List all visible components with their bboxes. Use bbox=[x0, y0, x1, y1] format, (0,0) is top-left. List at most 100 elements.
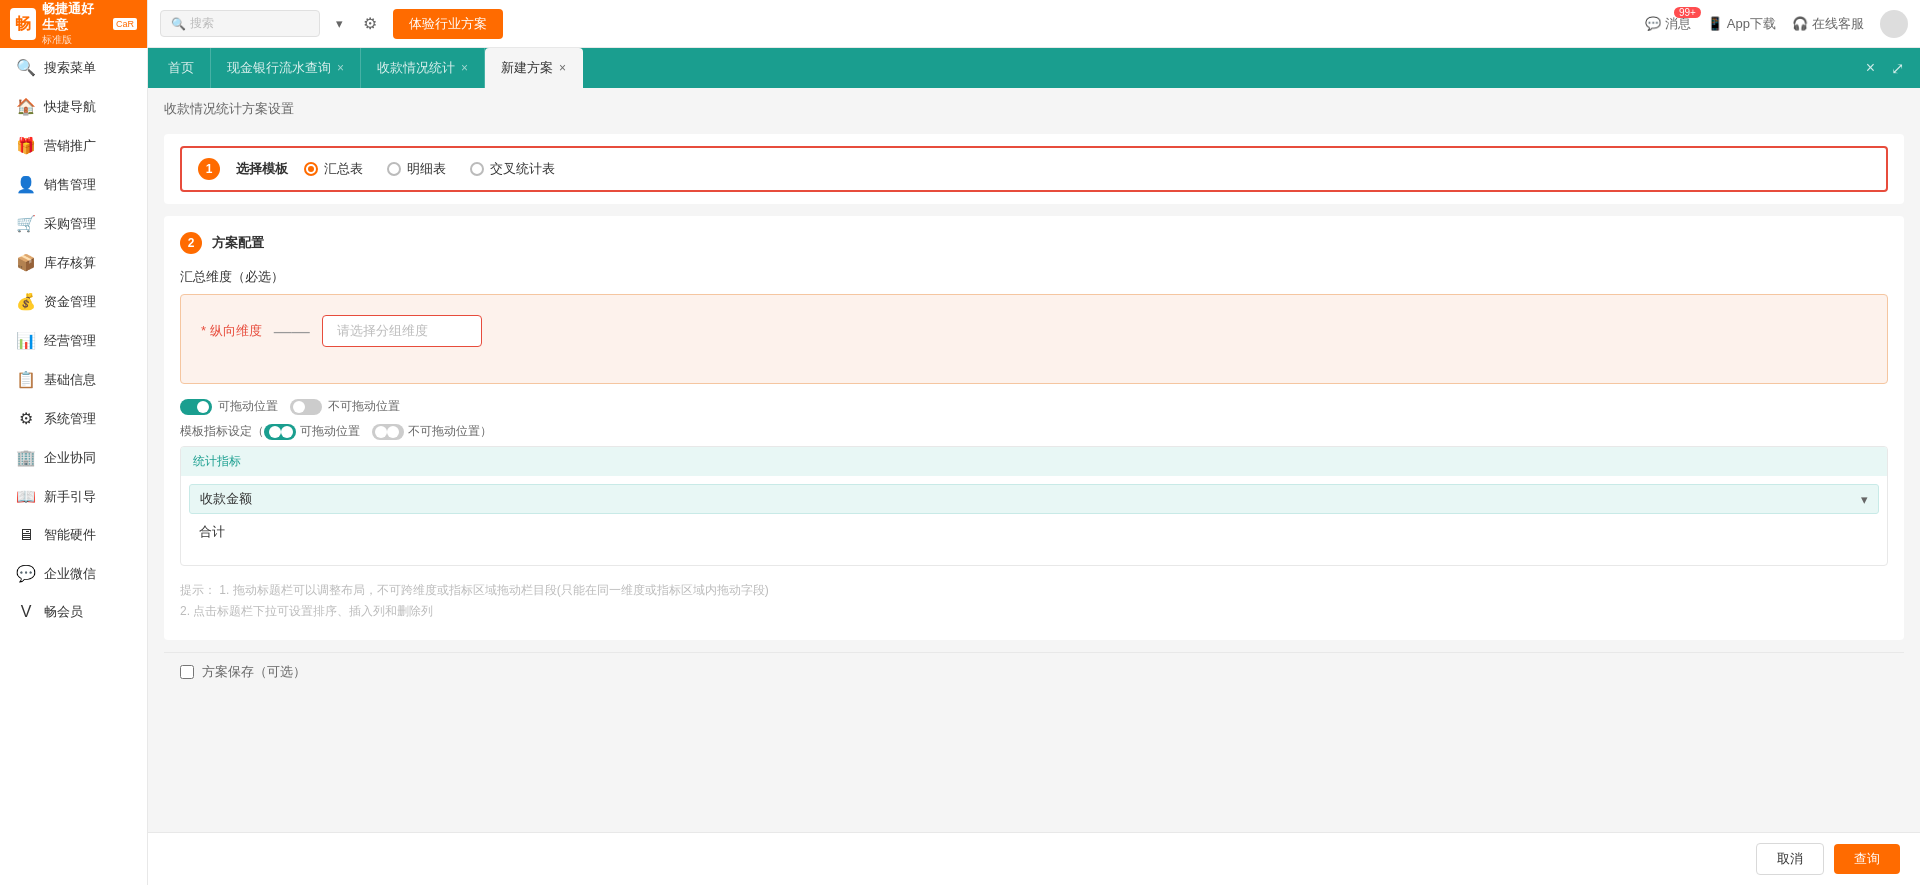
metrics-body: 收款金额 ▾ 合计 bbox=[181, 476, 1887, 550]
tips-section: 提示： 1. 拖动标题栏可以调整布局，不可跨维度或指标区域拖动栏目段(只能在同一… bbox=[180, 582, 1888, 620]
step1-num: 1 bbox=[198, 158, 220, 180]
tabs-bar: 首页 现金银行流水查询 × 收款情况统计 × 新建方案 × × ⤢ bbox=[148, 48, 1920, 88]
tab-close-cashbank[interactable]: × bbox=[337, 61, 344, 75]
message-button[interactable]: 💬 消息 99+ bbox=[1645, 15, 1691, 33]
radio-detail[interactable]: 明细表 bbox=[387, 160, 446, 178]
chat-icon: 💬 bbox=[16, 564, 36, 583]
sidebar-menu: 🔍 搜索菜单 🏠 快捷导航 🎁 营销推广 👤 销售管理 🛒 采购管理 📦 库存核… bbox=[0, 48, 147, 885]
tab-receipts[interactable]: 收款情况统计 × bbox=[361, 48, 485, 88]
step1-row: 1 选择模板 汇总表 明细表 bbox=[198, 158, 555, 180]
metrics-dropdown-icon[interactable]: ▾ bbox=[1861, 492, 1868, 507]
metrics-cell-sub: 合计 bbox=[189, 518, 1879, 546]
building-icon: 🏢 bbox=[16, 448, 36, 467]
list-icon: 📋 bbox=[16, 370, 36, 389]
dimension-row: * 纵向维度 —— 请选择分组维度 bbox=[201, 315, 1867, 347]
chart-icon: 📊 bbox=[16, 331, 36, 350]
search-icon: 🔍 bbox=[16, 58, 36, 77]
tab-close-receipts[interactable]: × bbox=[461, 61, 468, 75]
immovable-badge bbox=[290, 399, 322, 415]
sidebar-logo: 畅 畅捷通好生意 标准版 CaR bbox=[0, 0, 147, 48]
dim-row-label: * 纵向维度 bbox=[201, 322, 262, 340]
content-inner: 收款情况统计方案设置 1 选择模板 汇总表 bbox=[148, 88, 1920, 832]
vip-icon: V bbox=[16, 603, 36, 621]
footer-bar: 方案保存（可选） bbox=[164, 652, 1904, 691]
sidebar-item-wechat[interactable]: 💬 企业微信 bbox=[0, 554, 147, 593]
dropdown-arrow[interactable]: ▾ bbox=[332, 12, 347, 35]
topbar: 🔍 搜索 ▾ ⚙ 体验行业方案 💬 消息 99+ 📱 App下载 🎧 在线客服 bbox=[148, 0, 1920, 48]
tab-close-all[interactable]: × bbox=[1862, 55, 1879, 81]
metrics-subsection: 可拖动位置 不可拖动位置 模板指标设定（ 可拖动位置 不可拖动位置） 统计指标 … bbox=[180, 398, 1888, 566]
gear-icon: ⚙ bbox=[16, 409, 36, 428]
sidebar-item-inventory[interactable]: 📦 库存核算 bbox=[0, 243, 147, 282]
sidebar-item-hardware[interactable]: 🖥 智能硬件 bbox=[0, 516, 147, 554]
page-title: 收款情况统计方案设置 bbox=[164, 100, 1904, 118]
sidebar-item-guide[interactable]: 📖 新手引导 bbox=[0, 477, 147, 516]
logo-text: 畅捷通好生意 标准版 bbox=[42, 1, 107, 46]
content-area: 收款情况统计方案设置 1 选择模板 汇总表 bbox=[148, 88, 1920, 885]
sidebar-item-basic[interactable]: 📋 基础信息 bbox=[0, 360, 147, 399]
dim-arrow-icon: —— bbox=[274, 321, 310, 342]
step1-section: 1 选择模板 汇总表 明细表 bbox=[164, 134, 1904, 204]
bottom-bar: 取消 查询 bbox=[148, 832, 1920, 885]
tab-newplan[interactable]: 新建方案 × bbox=[485, 48, 583, 88]
settings-icon[interactable]: ⚙ bbox=[359, 10, 381, 37]
sidebar-item-marketing[interactable]: 🎁 营销推广 bbox=[0, 126, 147, 165]
sidebar-item-search[interactable]: 🔍 搜索菜单 bbox=[0, 48, 147, 87]
radio-circle-summary bbox=[304, 162, 318, 176]
template-box: 1 选择模板 汇总表 明细表 bbox=[180, 146, 1888, 192]
step2-label: 方案配置 bbox=[212, 234, 264, 252]
tab-close-newplan[interactable]: × bbox=[559, 61, 566, 75]
user-icon: 👤 bbox=[16, 175, 36, 194]
message-icon: 💬 bbox=[1645, 16, 1661, 31]
dim-title: 汇总维度（必选） bbox=[180, 268, 1888, 286]
sidebar-item-system[interactable]: ⚙ 系统管理 bbox=[0, 399, 147, 438]
user-avatar[interactable] bbox=[1880, 10, 1908, 38]
search-icon: 🔍 bbox=[171, 17, 186, 31]
save-label: 方案保存（可选） bbox=[202, 663, 306, 681]
gift-icon: 🎁 bbox=[16, 136, 36, 155]
topbar-right: 💬 消息 99+ 📱 App下载 🎧 在线客服 bbox=[1645, 10, 1908, 38]
search-box[interactable]: 🔍 搜索 bbox=[160, 10, 320, 37]
step1-label: 选择模板 bbox=[236, 160, 288, 178]
template-options: 汇总表 明细表 交叉统计表 bbox=[304, 160, 555, 178]
tab-cashbank[interactable]: 现金银行流水查询 × bbox=[211, 48, 361, 88]
save-checkbox[interactable] bbox=[180, 665, 194, 679]
movable-badge bbox=[180, 399, 212, 415]
sidebar-item-sales[interactable]: 👤 销售管理 bbox=[0, 165, 147, 204]
query-button[interactable]: 查询 bbox=[1834, 844, 1900, 874]
dim-subsection: 汇总维度（必选） * 纵向维度 —— 请选择分组维度 bbox=[180, 268, 1888, 384]
sidebar-item-corp[interactable]: 🏢 企业协同 bbox=[0, 438, 147, 477]
immovable-hint: 不可拖动位置 bbox=[290, 398, 400, 415]
tip-1: 提示： 1. 拖动标题栏可以调整布局，不可跨维度或指标区域拖动栏目段(只能在同一… bbox=[180, 582, 1888, 599]
home-icon: 🏠 bbox=[16, 97, 36, 116]
metrics-hint-row: 可拖动位置 不可拖动位置 bbox=[180, 398, 1888, 415]
message-badge: 99+ bbox=[1674, 7, 1701, 18]
step2-section: 2 方案配置 汇总维度（必选） * 纵向维度 —— 请选择分组维度 bbox=[164, 216, 1904, 640]
tab-expand[interactable]: ⤢ bbox=[1887, 55, 1908, 82]
support-icon: 🎧 bbox=[1792, 16, 1808, 31]
sidebar-item-purchase[interactable]: 🛒 采购管理 bbox=[0, 204, 147, 243]
tip-2: 2. 点击标题栏下拉可设置排序、插入列和删除列 bbox=[180, 603, 1888, 620]
tab-home[interactable]: 首页 bbox=[152, 48, 211, 88]
sidebar-item-operation[interactable]: 📊 经营管理 bbox=[0, 321, 147, 360]
tabs-actions: × ⤢ bbox=[1862, 55, 1916, 82]
main-area: 🔍 搜索 ▾ ⚙ 体验行业方案 💬 消息 99+ 📱 App下载 🎧 在线客服 bbox=[148, 0, 1920, 885]
download-button[interactable]: 📱 App下载 bbox=[1707, 15, 1776, 33]
metrics-container: 统计指标 收款金额 ▾ 合计 bbox=[180, 446, 1888, 566]
radio-summary[interactable]: 汇总表 bbox=[304, 160, 363, 178]
cancel-button[interactable]: 取消 bbox=[1756, 843, 1824, 875]
trial-button[interactable]: 体验行业方案 bbox=[393, 9, 503, 39]
dim-selector[interactable]: 请选择分组维度 bbox=[322, 315, 482, 347]
sidebar-item-vip[interactable]: V 畅会员 bbox=[0, 593, 147, 631]
logo-badge: CaR bbox=[113, 18, 137, 30]
metrics-cell-amount[interactable]: 收款金额 ▾ bbox=[189, 484, 1879, 514]
support-button[interactable]: 🎧 在线客服 bbox=[1792, 15, 1864, 33]
sidebar-item-quicknav[interactable]: 🏠 快捷导航 bbox=[0, 87, 147, 126]
download-icon: 📱 bbox=[1707, 16, 1723, 31]
radio-cross[interactable]: 交叉统计表 bbox=[470, 160, 555, 178]
sidebar-item-finance[interactable]: 💰 资金管理 bbox=[0, 282, 147, 321]
monitor-icon: 🖥 bbox=[16, 526, 36, 544]
book-icon: 📖 bbox=[16, 487, 36, 506]
money-icon: 💰 bbox=[16, 292, 36, 311]
metrics-header: 统计指标 bbox=[181, 447, 1887, 476]
